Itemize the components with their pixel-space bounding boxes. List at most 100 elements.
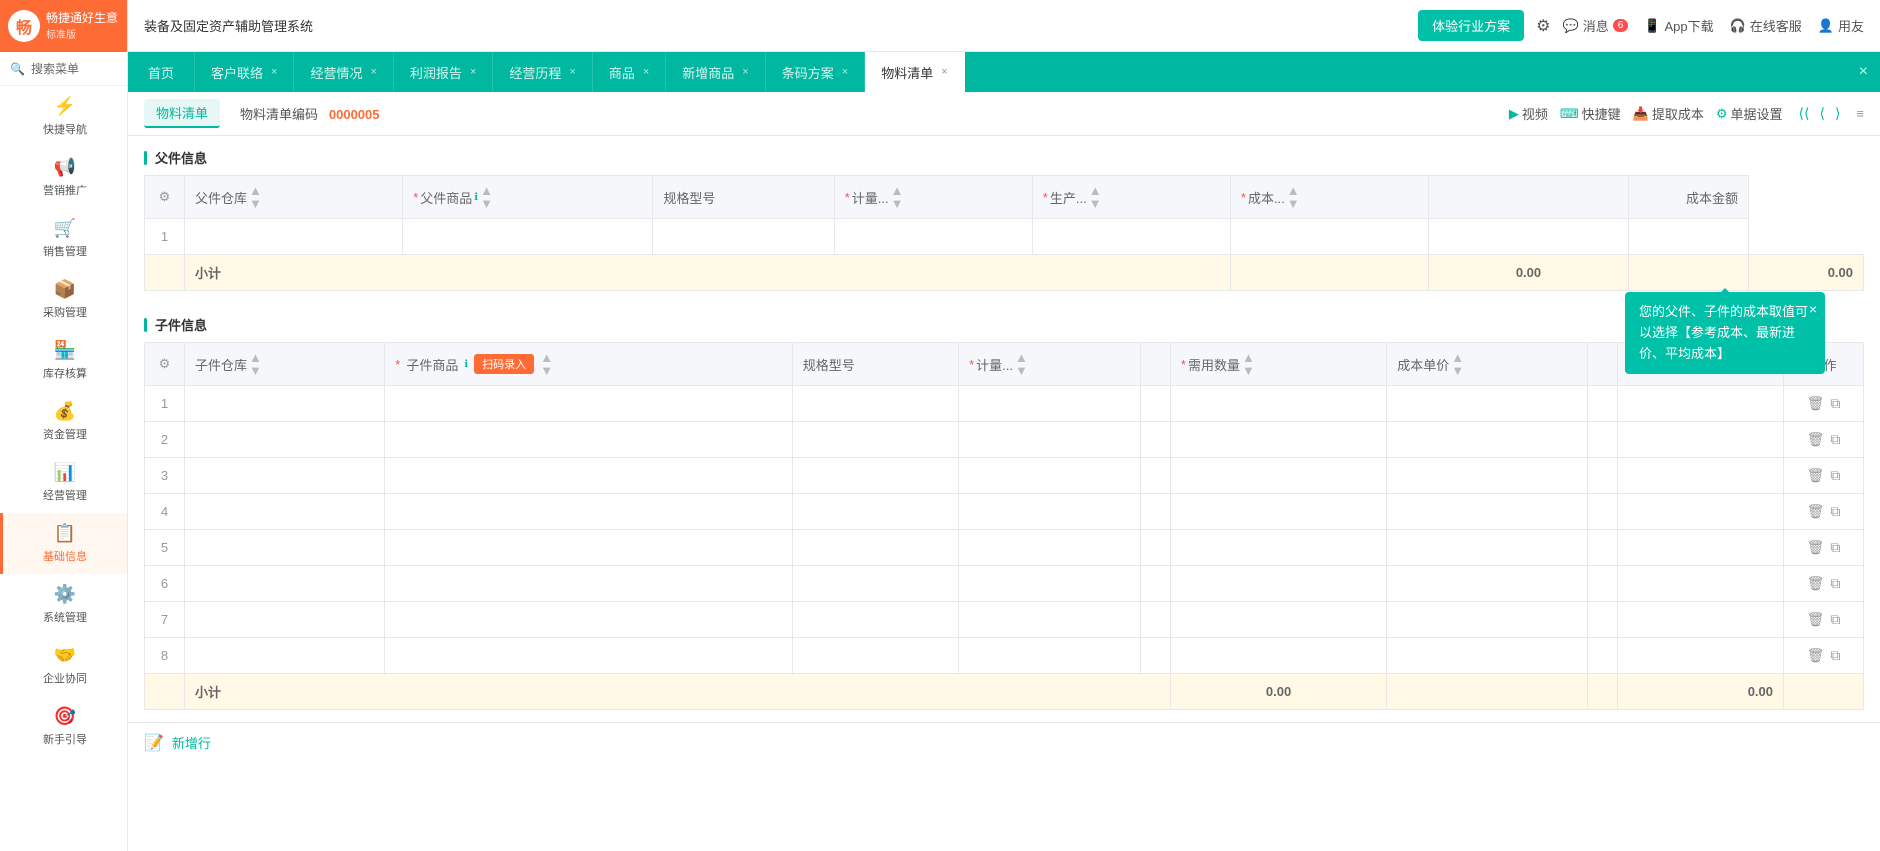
child-column-settings-icon[interactable]: ⚙	[155, 356, 174, 372]
tab-profit[interactable]: 利润报告 ×	[394, 52, 493, 92]
tab-business-close[interactable]: ×	[370, 66, 376, 78]
tab-bom-close[interactable]: ×	[941, 66, 947, 78]
shortcut-button[interactable]: ⌨ 快捷键	[1560, 104, 1621, 123]
online-service-button[interactable]: 🎧 在线客服	[1730, 16, 1802, 35]
parent-cost-cell[interactable]	[1230, 219, 1428, 255]
copy-icon[interactable]: ⧉	[1830, 575, 1840, 592]
settings-icon[interactable]: ⚙	[1536, 16, 1550, 36]
add-row-label[interactable]: 新增行	[172, 733, 211, 752]
copy-icon[interactable]: ⧉	[1830, 431, 1840, 448]
parent-goods-cell[interactable]	[403, 219, 653, 255]
tab-goods[interactable]: 商品 ×	[593, 52, 666, 92]
tab-goods-close[interactable]: ×	[643, 66, 649, 78]
copy-icon[interactable]: ⧉	[1830, 611, 1840, 628]
parent-col-empty	[1428, 176, 1628, 219]
delete-icon[interactable]: 🗑	[1807, 611, 1825, 628]
child-goods-1[interactable]	[385, 386, 792, 422]
service-icon: 🎧	[1730, 18, 1746, 34]
child-unit-2[interactable]	[959, 422, 1141, 458]
app-download-button[interactable]: 📱 App下载	[1644, 16, 1713, 35]
logo-icon: 畅	[8, 10, 40, 42]
view-toggle-icon[interactable]: ≡	[1856, 106, 1864, 121]
tab-home[interactable]: 首页	[128, 52, 195, 92]
child-spec-1[interactable]	[792, 386, 958, 422]
parent-prod-cell[interactable]	[1032, 219, 1230, 255]
parent-unit-cell[interactable]	[834, 219, 1032, 255]
extract-icon: 📥	[1633, 106, 1649, 122]
nav-next[interactable]: ⟩	[1831, 103, 1844, 124]
message-label: 消息	[1583, 16, 1609, 35]
message-button[interactable]: 💬 消息 6	[1563, 16, 1629, 35]
copy-icon[interactable]: ⧉	[1830, 467, 1840, 484]
child-spec-2[interactable]	[792, 422, 958, 458]
sidebar-item-quick-nav[interactable]: ⚡ 快捷导航	[0, 86, 127, 147]
delete-icon[interactable]: 🗑	[1807, 431, 1825, 448]
tab-business[interactable]: 经营情况 ×	[294, 52, 393, 92]
sidebar-item-finance[interactable]: 💰 资金管理	[0, 391, 127, 452]
extract-cost-button[interactable]: 📥 提取成本	[1633, 104, 1704, 123]
tooltip-close-button[interactable]: ×	[1809, 298, 1817, 320]
child-unit-1[interactable]	[959, 386, 1141, 422]
sidebar-item-basic-info[interactable]: 📋 基础信息	[0, 513, 127, 574]
delete-icon[interactable]: 🗑	[1807, 575, 1825, 592]
child-warehouse-2[interactable]	[185, 422, 385, 458]
child-amount-1	[1617, 386, 1783, 422]
tabs-close-all[interactable]: ×	[1847, 63, 1880, 81]
child-table: ⚙ 子件仓库 ▲▼ *子件商品ℹ	[144, 342, 1864, 710]
sub-tab-bom-list[interactable]: 物料清单	[144, 99, 220, 128]
user-icon: 👤	[1818, 18, 1834, 34]
copy-icon[interactable]: ⧉	[1830, 395, 1840, 412]
sidebar-item-sales[interactable]: 🛒 销售管理	[0, 208, 127, 269]
sub-tab-bom-code[interactable]: 物料清单编码 0000005	[228, 100, 391, 127]
copy-icon[interactable]: ⧉	[1830, 539, 1840, 556]
parent-warehouse-cell[interactable]	[185, 219, 403, 255]
sidebar-item-purchase[interactable]: 📦 采购管理	[0, 269, 127, 330]
sidebar-item-operations[interactable]: 📊 经营管理	[0, 452, 127, 513]
sidebar-item-system[interactable]: ⚙️ 系统管理	[0, 574, 127, 635]
tab-barcode-close[interactable]: ×	[842, 66, 848, 78]
row-num: 1	[145, 219, 185, 255]
delete-icon[interactable]: 🗑	[1807, 647, 1825, 664]
copy-icon[interactable]: ⧉	[1830, 503, 1840, 520]
tab-new-goods-close[interactable]: ×	[742, 66, 748, 78]
child-qty-1[interactable]	[1170, 386, 1386, 422]
tab-new-goods[interactable]: 新增商品 ×	[666, 52, 765, 92]
tab-profit-close[interactable]: ×	[470, 66, 476, 78]
sidebar-item-guide[interactable]: 🎯 新手引导	[0, 696, 127, 757]
search-menu[interactable]: 🔍 搜索菜单	[0, 52, 127, 86]
copy-icon[interactable]: ⧉	[1830, 647, 1840, 664]
child-warehouse-1[interactable]	[185, 386, 385, 422]
tab-history[interactable]: 经营历程 ×	[493, 52, 592, 92]
table-row: 7 🗑	[145, 602, 1864, 638]
experience-button[interactable]: 体验行业方案	[1418, 10, 1524, 41]
tab-history-close[interactable]: ×	[569, 66, 575, 78]
delete-icon[interactable]: 🗑	[1807, 503, 1825, 520]
column-settings-icon[interactable]: ⚙	[155, 189, 174, 205]
user-button[interactable]: 👤 用友	[1818, 16, 1864, 35]
video-button[interactable]: ▶ 视频	[1509, 104, 1548, 123]
scan-button[interactable]: 扫码录入	[474, 354, 534, 374]
setting-label: 单据设置	[1731, 104, 1783, 123]
child-qty-2[interactable]	[1170, 422, 1386, 458]
sidebar-item-label: 销售管理	[43, 243, 87, 259]
sidebar-item-label: 新手引导	[43, 731, 87, 747]
delete-icon[interactable]: 🗑	[1807, 539, 1825, 556]
tab-barcode[interactable]: 条码方案 ×	[766, 52, 865, 92]
single-setting-button[interactable]: ⚙ 单据设置	[1716, 104, 1783, 123]
delete-icon[interactable]: 🗑	[1807, 467, 1825, 484]
parent-spec-cell[interactable]	[653, 219, 834, 255]
tab-customer[interactable]: 客户联络 ×	[195, 52, 294, 92]
nav-prev[interactable]: ⟨	[1815, 103, 1828, 124]
sidebar-item-enterprise[interactable]: 🤝 企业协同	[0, 635, 127, 696]
sidebar-item-inventory[interactable]: 🏪 库存核算	[0, 330, 127, 391]
delete-icon[interactable]: 🗑	[1807, 395, 1825, 412]
child-unitprice-2[interactable]	[1387, 422, 1587, 458]
child-goods-2[interactable]	[385, 422, 792, 458]
purchase-icon: 📦	[54, 279, 76, 300]
tab-barcode-label: 条码方案	[782, 63, 834, 82]
sidebar-item-marketing[interactable]: 📢 营销推广	[0, 147, 127, 208]
tab-customer-close[interactable]: ×	[271, 66, 277, 78]
nav-first[interactable]: ⟨⟨	[1795, 103, 1814, 124]
tab-bom[interactable]: 物料清单 ×	[865, 52, 964, 92]
child-unitprice-1[interactable]	[1387, 386, 1587, 422]
